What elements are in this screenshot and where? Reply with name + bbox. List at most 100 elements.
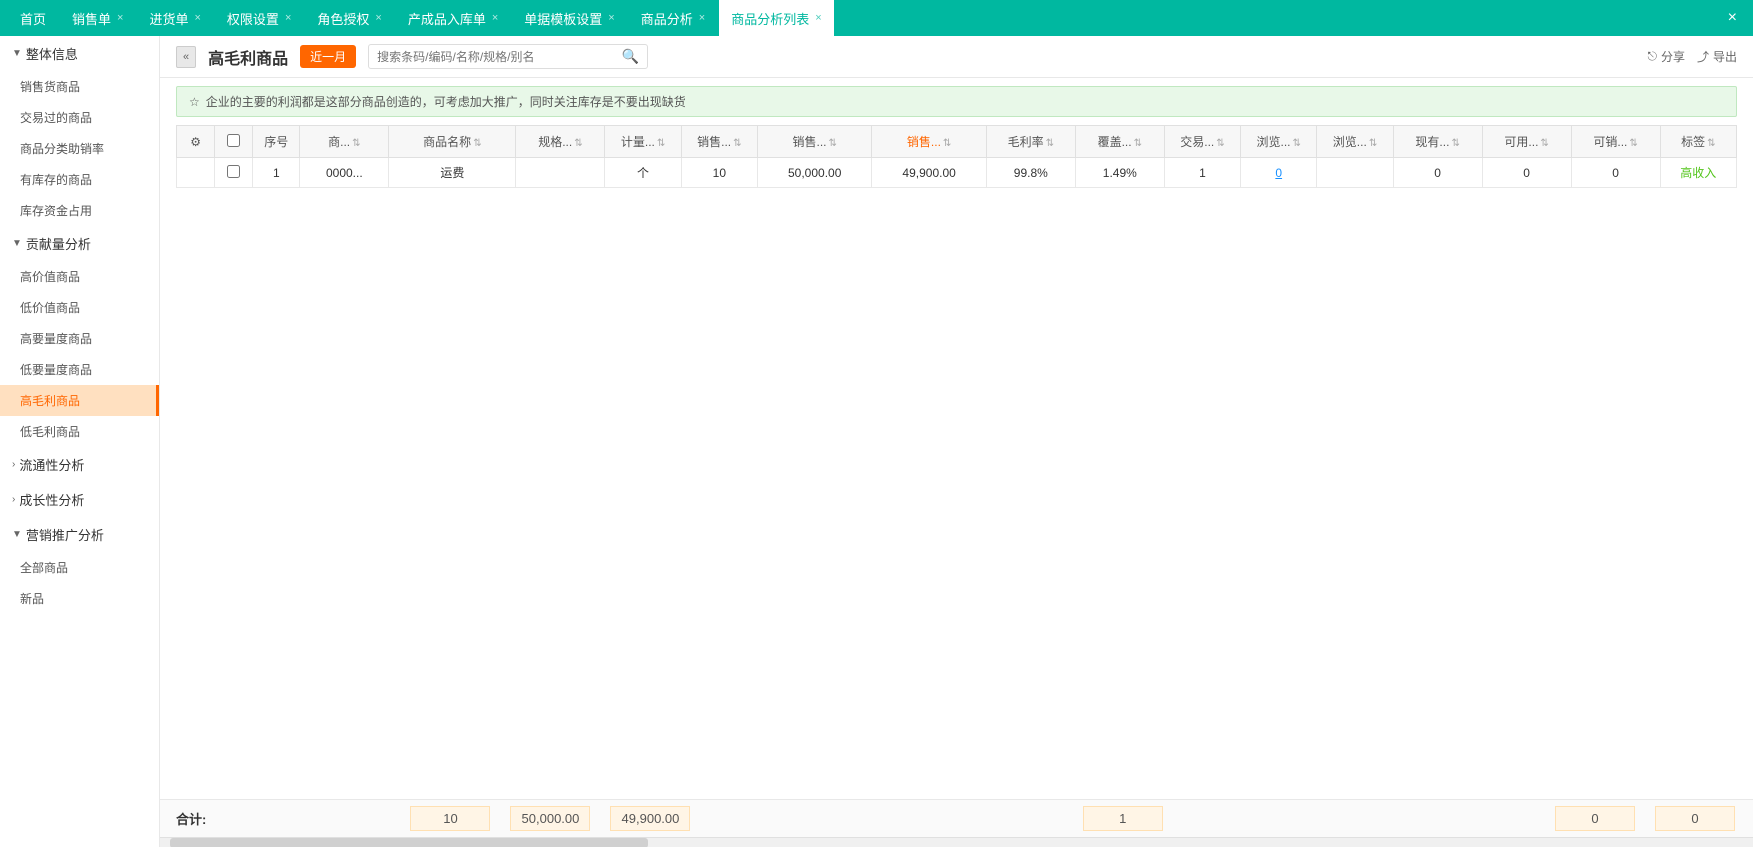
cell-browse2 (1317, 158, 1393, 188)
table-wrapper: ⚙ 序号 商...⇅ 商品名称⇅ 规格...⇅ 计量...⇅ 销售...⇅ 销售… (160, 125, 1753, 799)
sidebar-item-low-value[interactable]: 低价值商品 (0, 292, 159, 323)
sidebar-item-high-demand[interactable]: 高要量度商品 (0, 323, 159, 354)
content-area: « 高毛利商品 近一月 🔍 ⎋ 分享 ⤴ 导出 ☆ 企业的主要 (160, 36, 1753, 847)
export-button[interactable]: ⤴ 导出 (1697, 48, 1737, 65)
sidebar-item-category-rate[interactable]: 商品分类助销率 (0, 133, 159, 164)
info-banner: ☆ 企业的主要的利润都是这部分商品创造的，可考虑加大推广，同时关注库存是不要出现… (176, 86, 1737, 117)
search-box: 🔍 (368, 44, 648, 69)
cell-available: 0 (1482, 158, 1571, 188)
nav-sales-close[interactable]: × (117, 12, 123, 24)
sidebar-section-overall-items: 销售货商品 交易过的商品 商品分类助销率 有库存的商品 库存资金占用 (0, 71, 159, 226)
sidebar-section-marketing[interactable]: ▼ 营销推广分析 (0, 517, 159, 552)
horizontal-scrollbar[interactable] (160, 837, 1753, 847)
col-gross-margin[interactable]: 毛利率⇅ (986, 126, 1075, 158)
nav-role[interactable]: 角色授权 × (305, 0, 393, 36)
table-footer: 合计: 10 50,000.00 49,900.00 1 0 0 (160, 799, 1753, 837)
nav-permission[interactable]: 权限设置 × (215, 0, 303, 36)
col-code[interactable]: 商...⇅ (300, 126, 389, 158)
collapse-sidebar-button[interactable]: « (176, 46, 196, 68)
arrow-marketing-icon: ▼ (12, 529, 22, 540)
nav-product-analysis-list[interactable]: 商品分析列表 × (719, 0, 833, 36)
nav-sales[interactable]: 销售单 × (60, 0, 135, 36)
top-navigation: 首页 销售单 × 进货单 × 权限设置 × 角色授权 × 产成品入库单 × 单据… (0, 0, 1753, 36)
sidebar-item-low-margin[interactable]: 低毛利商品 (0, 416, 159, 447)
arrow-contribution-icon: ▼ (12, 238, 22, 249)
col-browse1[interactable]: 浏览...⇅ (1241, 126, 1317, 158)
col-spec[interactable]: 规格...⇅ (516, 126, 605, 158)
col-current-stock[interactable]: 现有...⇅ (1393, 126, 1482, 158)
sidebar-section-contribution[interactable]: ▼ 贡献量分析 (0, 226, 159, 261)
search-input[interactable] (377, 50, 616, 64)
sidebar-item-all-goods[interactable]: 全部商品 (0, 552, 159, 583)
col-coverage[interactable]: 覆盖...⇅ (1075, 126, 1164, 158)
search-icon[interactable]: 🔍 (622, 48, 639, 65)
sidebar-item-high-value[interactable]: 高价值商品 (0, 261, 159, 292)
cell-sale-profit: 49,900.00 (872, 158, 986, 188)
share-icon: ⎋ (1647, 49, 1657, 64)
nav-template-close[interactable]: × (608, 12, 614, 24)
col-sale-amount[interactable]: 销售...⇅ (757, 126, 871, 158)
nav-home[interactable]: 首页 (8, 0, 58, 36)
nav-role-close[interactable]: × (375, 12, 381, 24)
sidebar-section-growth[interactable]: › 成长性分析 (0, 482, 159, 517)
sidebar-item-traded-goods[interactable]: 交易过的商品 (0, 102, 159, 133)
arrow-overall-icon: ▼ (12, 48, 22, 59)
nav-product-analysis-list-close[interactable]: × (815, 12, 821, 24)
col-sale-qty[interactable]: 销售...⇅ (681, 126, 757, 158)
col-browse2[interactable]: 浏览...⇅ (1317, 126, 1393, 158)
nav-purchase[interactable]: 进货单 × (137, 0, 212, 36)
window-close-button[interactable]: × (1720, 9, 1745, 27)
sidebar-section-contribution-items: 高价值商品 低价值商品 高要量度商品 低要量度商品 高毛利商品 低毛利商品 (0, 261, 159, 447)
cell-gross-margin: 99.8% (986, 158, 1075, 188)
cell-settings (177, 158, 215, 188)
cell-sellable: 0 (1571, 158, 1660, 188)
col-available[interactable]: 可用...⇅ (1482, 126, 1571, 158)
sidebar-item-in-stock[interactable]: 有库存的商品 (0, 164, 159, 195)
sidebar-section-overall[interactable]: ▼ 整体信息 (0, 36, 159, 71)
sidebar-item-stock-capital[interactable]: 库存资金占用 (0, 195, 159, 226)
col-tag[interactable]: 标签⇅ (1660, 126, 1736, 158)
cell-index: 1 (253, 158, 300, 188)
col-sale-profit[interactable]: 销售...⇅ (872, 126, 986, 158)
sidebar-section-marketing-items: 全部商品 新品 (0, 552, 159, 614)
nav-template[interactable]: 单据模板设置 × (512, 0, 626, 36)
nav-product-inbound[interactable]: 产成品入库单 × (396, 0, 510, 36)
page-title: 高毛利商品 (208, 45, 288, 69)
nav-product-analysis[interactable]: 商品分析 × (629, 0, 717, 36)
col-sellable[interactable]: 可销...⇅ (1571, 126, 1660, 158)
sidebar-item-high-margin[interactable]: 高毛利商品 (0, 385, 159, 416)
footer-sale-qty: 10 (410, 806, 490, 831)
cell-unit: 个 (605, 158, 681, 188)
filter-month-button[interactable]: 近一月 (300, 45, 356, 68)
arrow-liquidity-icon: › (12, 459, 15, 470)
col-settings[interactable]: ⚙ (177, 126, 215, 158)
footer-transaction: 1 (1083, 806, 1163, 831)
arrow-growth-icon: › (12, 494, 15, 505)
cell-browse1[interactable]: 0 (1241, 158, 1317, 188)
product-table: ⚙ 序号 商...⇅ 商品名称⇅ 规格...⇅ 计量...⇅ 销售...⇅ 销售… (176, 125, 1737, 188)
nav-product-inbound-close[interactable]: × (492, 12, 498, 24)
share-button[interactable]: ⎋ 分享 (1647, 48, 1685, 65)
col-name[interactable]: 商品名称⇅ (389, 126, 516, 158)
nav-permission-close[interactable]: × (285, 12, 291, 24)
nav-product-analysis-close[interactable]: × (699, 12, 705, 24)
sidebar-section-liquidity[interactable]: › 流通性分析 (0, 447, 159, 482)
col-index: 序号 (253, 126, 300, 158)
footer-available: 0 (1655, 806, 1735, 831)
cell-checkbox[interactable] (215, 158, 253, 188)
footer-sale-amount: 50,000.00 (510, 806, 590, 831)
nav-purchase-close[interactable]: × (194, 12, 200, 24)
cell-coverage: 1.49% (1075, 158, 1164, 188)
sidebar-item-new-goods[interactable]: 新品 (0, 583, 159, 614)
select-all-checkbox[interactable] (227, 134, 240, 147)
col-unit[interactable]: 计量...⇅ (605, 126, 681, 158)
sidebar-item-sales-goods[interactable]: 销售货商品 (0, 71, 159, 102)
cell-sale-qty: 10 (681, 158, 757, 188)
footer-current-stock: 0 (1555, 806, 1635, 831)
sidebar-item-low-demand[interactable]: 低要量度商品 (0, 354, 159, 385)
content-header: « 高毛利商品 近一月 🔍 ⎋ 分享 ⤴ 导出 (160, 36, 1753, 78)
table-body: 1 0000... 运费 个 10 50,000.00 49,900.00 99… (177, 158, 1737, 188)
col-transaction[interactable]: 交易...⇅ (1164, 126, 1240, 158)
table-row: 1 0000... 运费 个 10 50,000.00 49,900.00 99… (177, 158, 1737, 188)
col-checkbox[interactable] (215, 126, 253, 158)
